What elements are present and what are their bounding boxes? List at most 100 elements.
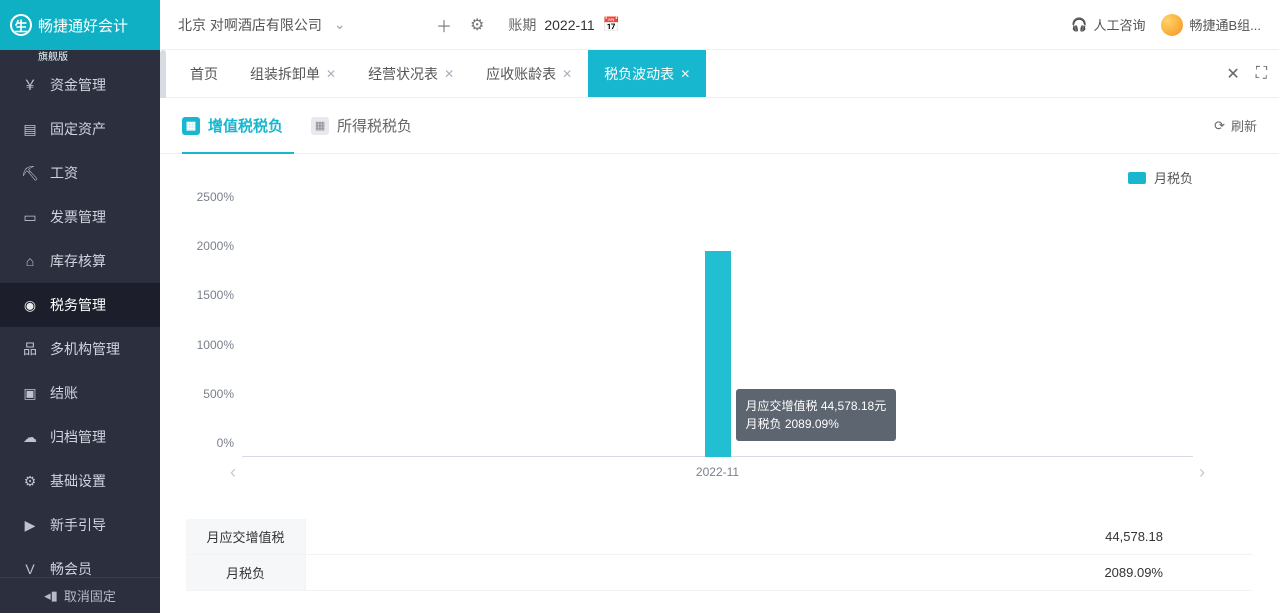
y-tick: 1500% bbox=[186, 288, 234, 302]
sidebar-item-label: 结账 bbox=[50, 383, 78, 403]
y-tick: 2500% bbox=[186, 190, 234, 204]
sidebar-item-icon: ▭ bbox=[20, 209, 40, 226]
brand: 生 畅捷通好会计 bbox=[0, 0, 160, 50]
sidebar-item-label: 税务管理 bbox=[50, 295, 106, 315]
sidebar-item-6[interactable]: 品多机构管理 bbox=[0, 327, 160, 371]
company-name: 北京 对啊酒店有限公司 bbox=[178, 15, 322, 35]
fullscreen-icon[interactable]: ⛶ bbox=[1256, 65, 1267, 83]
consult-label: 人工咨询 bbox=[1093, 15, 1145, 34]
y-tick: 1000% bbox=[186, 338, 234, 352]
period-value: 2022-11 bbox=[544, 17, 594, 33]
unpin-icon: ◂▮ bbox=[44, 588, 58, 604]
sidebar-item-icon: ￥ bbox=[20, 75, 40, 95]
sidebar-item-9[interactable]: ⚙ 基础设置 bbox=[0, 459, 160, 503]
y-tick: 2000% bbox=[186, 239, 234, 253]
chevron-down-icon: ⌄ bbox=[334, 16, 346, 33]
table-row: 月应交增值税44,578.18 bbox=[186, 519, 1253, 555]
subtab-icon: ▦ bbox=[311, 117, 329, 135]
x-category: 2022-11 bbox=[696, 465, 739, 479]
sidebar-item-icon: ⚙ bbox=[20, 473, 40, 490]
tab-0[interactable]: 首页 bbox=[174, 50, 234, 97]
legend-label: 月税负 bbox=[1154, 168, 1193, 187]
sidebar-item-label: 库存核算 bbox=[50, 251, 106, 271]
subtab-1[interactable]: ▦ 所得税税负 bbox=[311, 115, 412, 136]
legend-swatch bbox=[1128, 172, 1146, 184]
sidebar-item-icon: ▣ bbox=[20, 385, 40, 402]
close-icon[interactable]: ✕ bbox=[562, 67, 572, 81]
period-label: 账期 bbox=[508, 15, 536, 35]
sidebar-unpin-label: 取消固定 bbox=[64, 586, 116, 605]
sidebar-item-11[interactable]: V畅会员 bbox=[0, 547, 160, 577]
tab-3[interactable]: 应收账龄表✕ bbox=[470, 50, 588, 97]
sidebar-item-icon: ▶ bbox=[20, 517, 40, 534]
sidebar-item-icon: 品 bbox=[20, 339, 40, 359]
topbar: 北京 对啊酒店有限公司 ⌄ ＋ ⚙ 账期 2022-11 📅 🎧 人工咨询 畅捷… bbox=[160, 0, 1279, 50]
sidebar-item-8[interactable]: ☁ 归档管理 bbox=[0, 415, 160, 459]
sidebar-item-label: 畅会员 bbox=[50, 559, 92, 577]
sidebar-item-label: 工资 bbox=[50, 163, 78, 183]
y-tick: 0% bbox=[186, 436, 234, 450]
user-name: 畅捷通B组... bbox=[1189, 15, 1261, 34]
refresh-button[interactable]: ⟳ 刷新 bbox=[1214, 116, 1257, 135]
y-tick: 500% bbox=[186, 387, 234, 401]
table-row: 月税负2089.09% bbox=[186, 555, 1253, 591]
sidebar-item-10[interactable]: ▶ 新手引导 bbox=[0, 503, 160, 547]
sidebar-item-label: 新手引导 bbox=[50, 515, 106, 535]
sidebar-item-5[interactable]: ◉ 税务管理 bbox=[0, 283, 160, 327]
sidebar-item-3[interactable]: ▭发票管理 bbox=[0, 195, 160, 239]
sidebar-item-icon: ⛏ bbox=[20, 165, 40, 182]
calendar-icon[interactable]: 📅 bbox=[603, 16, 620, 33]
row-header: 月应交增值税 bbox=[186, 519, 306, 554]
sidebar-item-0[interactable]: ￥ 资金管理 bbox=[0, 63, 160, 107]
sidebar-item-label: 基础设置 bbox=[50, 471, 106, 491]
legend: 月税负 bbox=[186, 168, 1253, 187]
chart: ‹ › 0%500%1000%1500%2000%2500%2022-11月应交… bbox=[242, 191, 1193, 491]
brand-edition: 旗舰版 bbox=[0, 48, 160, 63]
brand-logo-icon: 生 bbox=[10, 14, 32, 36]
consult-button[interactable]: 🎧 人工咨询 bbox=[1071, 15, 1145, 34]
summary-table: 月应交增值税44,578.18月税负2089.09% bbox=[186, 519, 1253, 591]
add-icon[interactable]: ＋ bbox=[436, 13, 452, 37]
sidebar-item-1[interactable]: ▤固定资产 bbox=[0, 107, 160, 151]
row-value: 44,578.18 bbox=[306, 529, 1253, 544]
close-icon[interactable]: ✕ bbox=[680, 67, 690, 81]
tabs: 首页组装拆卸单✕经营状况表✕应收账龄表✕税负波动表✕ ✕ ⛶ bbox=[160, 50, 1279, 98]
tab-1[interactable]: 组装拆卸单 ✕ bbox=[234, 50, 352, 97]
tab-2[interactable]: 经营状况表 ✕ bbox=[352, 50, 470, 97]
close-icon[interactable]: ✕ bbox=[444, 67, 454, 81]
sidebar-item-label: 多机构管理 bbox=[50, 339, 120, 359]
chart-next-icon[interactable]: › bbox=[1199, 462, 1205, 483]
subtab-underline bbox=[182, 152, 294, 154]
sidebar-item-7[interactable]: ▣ 结账 bbox=[0, 371, 160, 415]
close-all-icon[interactable]: ✕ bbox=[1226, 64, 1239, 84]
subtabs: ▦增值税税负 ▦ 所得税税负 ⟳ 刷新 bbox=[160, 98, 1279, 154]
bar[interactable] bbox=[705, 251, 731, 457]
sidebar-item-4[interactable]: ⌂ 库存核算 bbox=[0, 239, 160, 283]
sidebar-nav: ￥ 资金管理 ▤固定资产 ⛏ 工资 ▭发票管理 ⌂ 库存核算 ◉ 税务管理品多机构管理 ▣ 结账 ☁ 归档… bbox=[0, 63, 160, 577]
chart-prev-icon[interactable]: ‹ bbox=[230, 462, 236, 483]
chart-tooltip: 月应交增值税 44,578.18元月税负 2089.09% bbox=[736, 389, 897, 441]
row-value: 2089.09% bbox=[306, 565, 1253, 580]
company-selector[interactable]: 北京 对啊酒店有限公司 ⌄ bbox=[178, 15, 418, 35]
subtab-0[interactable]: ▦增值税税负 bbox=[182, 115, 283, 136]
avatar-icon bbox=[1161, 14, 1183, 36]
tab-4[interactable]: 税负波动表 ✕ bbox=[588, 50, 706, 97]
tab-label: 税负波动表 bbox=[604, 64, 674, 84]
sidebar-item-icon: ▤ bbox=[20, 121, 40, 138]
sidebar: 生 畅捷通好会计 旗舰版 ￥ 资金管理 ▤固定资产 ⛏ 工资 ▭发票管理 ⌂ 库存核算 ◉ 税务管… bbox=[0, 0, 160, 613]
subtab-label: 所得税税负 bbox=[337, 115, 412, 136]
gear-icon[interactable]: ⚙ bbox=[470, 15, 484, 35]
sidebar-item-icon: ☁ bbox=[20, 429, 40, 446]
sidebar-unpin[interactable]: ◂▮ 取消固定 bbox=[0, 577, 160, 613]
sidebar-item-label: 归档管理 bbox=[50, 427, 106, 447]
tab-label: 首页 bbox=[190, 64, 218, 84]
refresh-label: 刷新 bbox=[1231, 116, 1257, 135]
close-icon[interactable]: ✕ bbox=[326, 67, 336, 81]
user-menu[interactable]: 畅捷通B组... bbox=[1161, 14, 1261, 36]
tab-label: 经营状况表 bbox=[368, 64, 438, 84]
sidebar-item-2[interactable]: ⛏ 工资 bbox=[0, 151, 160, 195]
tab-label: 组装拆卸单 bbox=[250, 64, 320, 84]
sidebar-item-label: 资金管理 bbox=[50, 75, 106, 95]
sidebar-item-icon: ⌂ bbox=[20, 253, 40, 269]
sidebar-item-icon: ◉ bbox=[20, 297, 40, 314]
